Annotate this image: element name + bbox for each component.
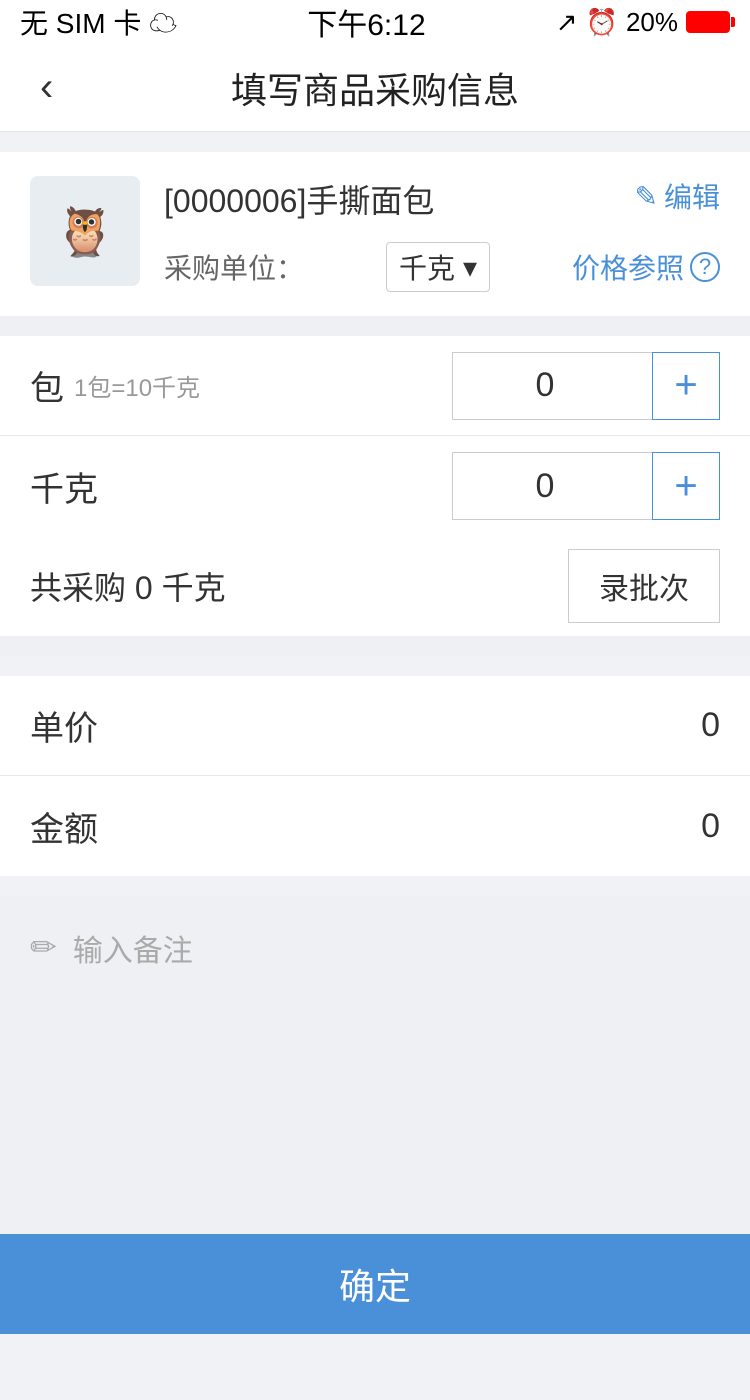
bao-input-wrap: + bbox=[452, 352, 720, 420]
notes-placeholder: 输入备注 bbox=[73, 926, 193, 970]
bao-input-row: 包 1包=10千克 + bbox=[0, 336, 750, 436]
bao-plus-button[interactable]: + bbox=[652, 352, 720, 420]
chevron-down-icon: ▾ bbox=[463, 251, 477, 284]
amount-label: 金额 bbox=[30, 802, 98, 851]
product-unit-row: 采购单位： 千克 ▾ 价格参照 ? bbox=[164, 242, 720, 292]
sim-label: 无 SIM 卡 ☁ bbox=[20, 2, 177, 42]
kg-input-row: 千克 + bbox=[0, 436, 750, 536]
amount-value: 0 bbox=[701, 807, 720, 846]
bao-sub-label: 1包=10千克 bbox=[74, 368, 200, 403]
status-bar: 无 SIM 卡 ☁ 下午6:12 ↗ ⏰ 20% bbox=[0, 0, 750, 44]
amount-row: 金额 0 bbox=[0, 776, 750, 876]
summary-text: 共采购 0 千克 bbox=[30, 563, 226, 609]
bao-label: 包 bbox=[30, 361, 64, 410]
product-header: [0000006]手撕面包 ✎ 编辑 bbox=[164, 176, 720, 222]
edit-icon: ✎ bbox=[635, 180, 658, 213]
price-ref-button[interactable]: 价格参照 ? bbox=[572, 247, 720, 287]
product-logo: 🦉 bbox=[55, 203, 115, 260]
summary-row: 共采购 0 千克 录批次 bbox=[0, 536, 750, 636]
kg-input[interactable] bbox=[452, 452, 652, 520]
unit-select[interactable]: 千克 ▾ bbox=[386, 242, 490, 292]
bao-input[interactable] bbox=[452, 352, 652, 420]
location-icon: ↗ bbox=[556, 7, 578, 38]
status-left: 无 SIM 卡 ☁ bbox=[20, 2, 177, 42]
edit-label: 编辑 bbox=[664, 176, 720, 216]
product-card: 🦉 [0000006]手撕面包 ✎ 编辑 采购单位： 千克 ▾ 价格参照 ? bbox=[0, 152, 750, 316]
battery-icon bbox=[686, 11, 730, 33]
confirm-button[interactable]: 确定 bbox=[0, 1234, 750, 1334]
input-section: 包 1包=10千克 + 千克 + bbox=[0, 336, 750, 536]
product-name: [0000006]手撕面包 bbox=[164, 176, 434, 222]
unit-price-value: 0 bbox=[701, 706, 720, 745]
batch-button[interactable]: 录批次 bbox=[568, 549, 720, 623]
status-right: ↗ ⏰ 20% bbox=[556, 7, 730, 38]
status-time: 下午6:12 bbox=[307, 0, 425, 44]
edit-button[interactable]: ✎ 编辑 bbox=[635, 176, 720, 216]
unit-price-row: 单价 0 bbox=[0, 676, 750, 776]
section-divider-1 bbox=[0, 316, 750, 336]
help-icon: ? bbox=[690, 252, 720, 282]
battery-percent: 20% bbox=[626, 7, 678, 38]
notes-area[interactable]: ✏ 输入备注 bbox=[0, 896, 750, 1000]
price-section: 单价 0 金额 0 bbox=[0, 676, 750, 876]
unit-price-label: 单价 bbox=[30, 701, 98, 750]
kg-input-wrap: + bbox=[452, 452, 720, 520]
price-ref-label: 价格参照 bbox=[572, 247, 684, 287]
unit-label: 采购单位： bbox=[164, 247, 304, 287]
kg-label: 千克 bbox=[30, 462, 98, 511]
alarm-icon: ⏰ bbox=[586, 7, 618, 38]
back-button[interactable]: ‹ bbox=[30, 55, 63, 120]
kg-plus-button[interactable]: + bbox=[652, 452, 720, 520]
product-image: 🦉 bbox=[30, 176, 140, 286]
section-divider-2 bbox=[0, 636, 750, 656]
page-title: 填写商品采购信息 bbox=[231, 62, 519, 114]
unit-value: 千克 bbox=[399, 247, 455, 287]
pencil-icon: ✏ bbox=[30, 928, 57, 966]
nav-bar: ‹ 填写商品采购信息 bbox=[0, 44, 750, 132]
product-info: [0000006]手撕面包 ✎ 编辑 采购单位： 千克 ▾ 价格参照 ? bbox=[164, 176, 720, 292]
